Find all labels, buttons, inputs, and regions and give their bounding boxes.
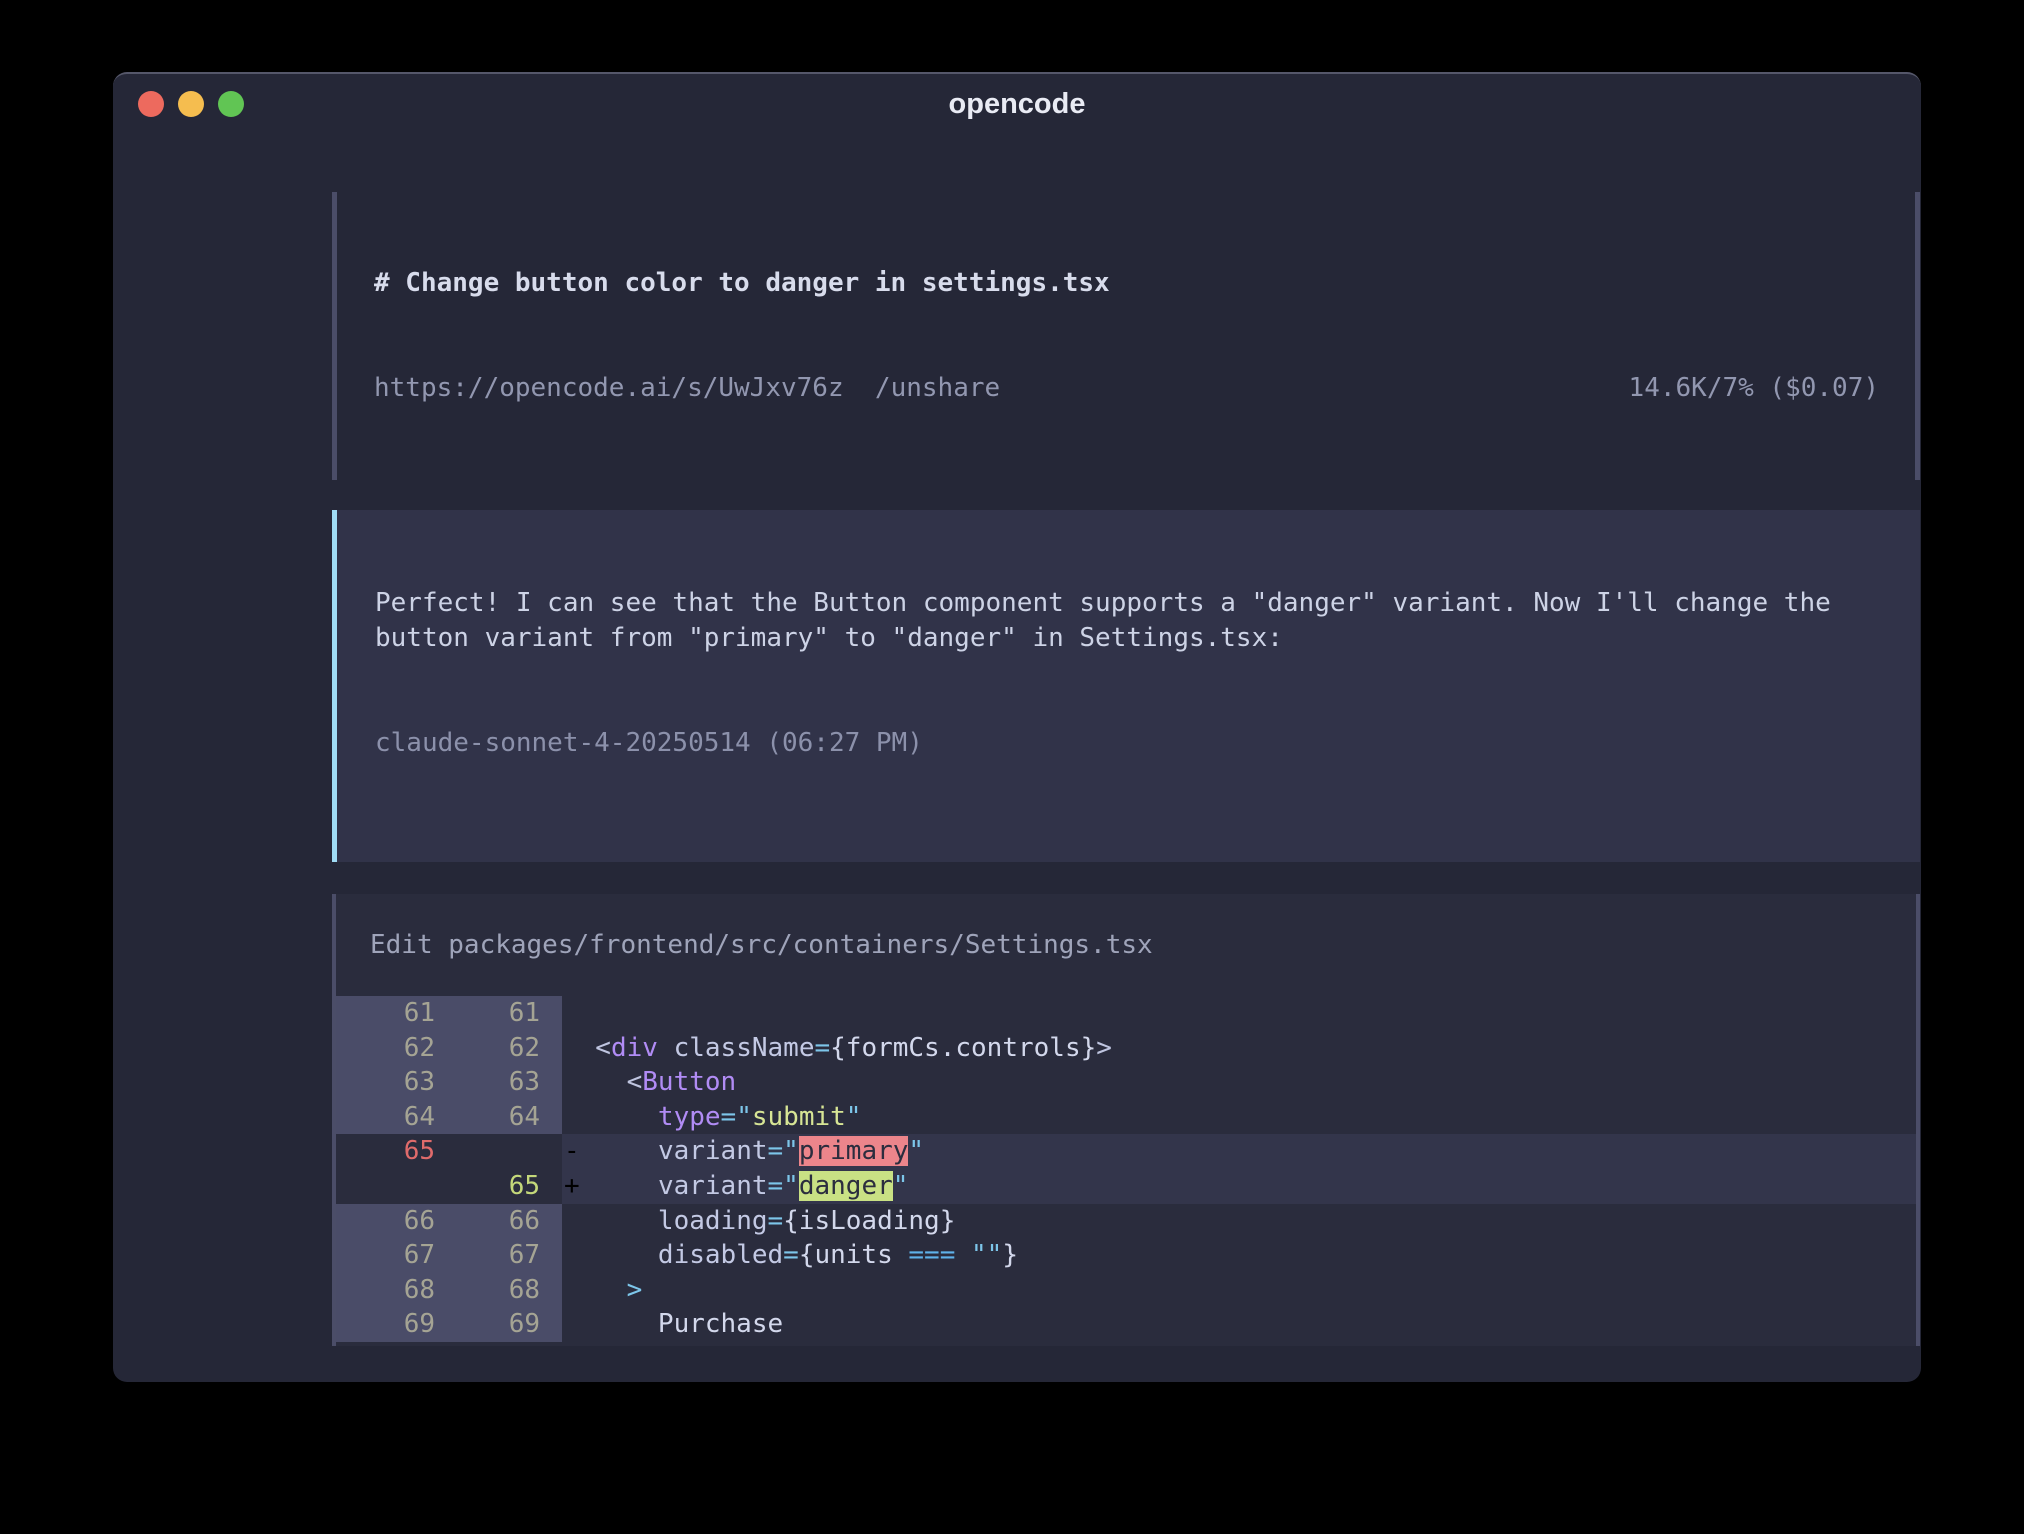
title-bar: opencode bbox=[113, 74, 1921, 132]
diff-row: 6666 loading={isLoading} bbox=[336, 1204, 1916, 1239]
diff-rows: 61616262 <div className={formCs.controls… bbox=[336, 996, 1916, 1342]
edit-tool-card: Edit packages/frontend/src/containers/Se… bbox=[332, 894, 1920, 1346]
window-title: opencode bbox=[113, 88, 1921, 121]
edit-title: Edit packages/frontend/src/containers/Se… bbox=[336, 928, 1916, 963]
diff-row: 6767 disabled={units === ""} bbox=[336, 1238, 1916, 1273]
assistant-message: Perfect! I can see that the Button compo… bbox=[332, 510, 1920, 862]
message-text: Perfect! I can see that the Button compo… bbox=[375, 586, 1880, 656]
diff-row: 6161 bbox=[336, 996, 1916, 1031]
diff-row: 6969 Purchase bbox=[336, 1307, 1916, 1342]
opencode-window: opencode # Change button color to danger… bbox=[113, 72, 1921, 1382]
unshare-command[interactable]: /unshare bbox=[875, 373, 1000, 403]
diff-row: 6464 type="submit" bbox=[336, 1100, 1916, 1135]
diff-row: 6868 > bbox=[336, 1273, 1916, 1308]
session-header: # Change button color to danger in setti… bbox=[332, 192, 1920, 480]
diff-row: 6262 <div className={formCs.controls}> bbox=[336, 1031, 1916, 1066]
session-title: # Change button color to danger in setti… bbox=[374, 266, 1110, 301]
token-usage: 14.6K/7% ($0.07) bbox=[1629, 371, 1879, 406]
share-url[interactable]: https://opencode.ai/s/UwJxv76z /unshare bbox=[374, 371, 1000, 406]
diff-row: 6363 <Button bbox=[336, 1065, 1916, 1100]
diff-row: 65- variant="primary" bbox=[336, 1134, 1916, 1169]
diff-row: 65+ variant="danger" bbox=[336, 1169, 1916, 1204]
message-meta: claude-sonnet-4-20250514 (06:27 PM) bbox=[375, 726, 1880, 761]
